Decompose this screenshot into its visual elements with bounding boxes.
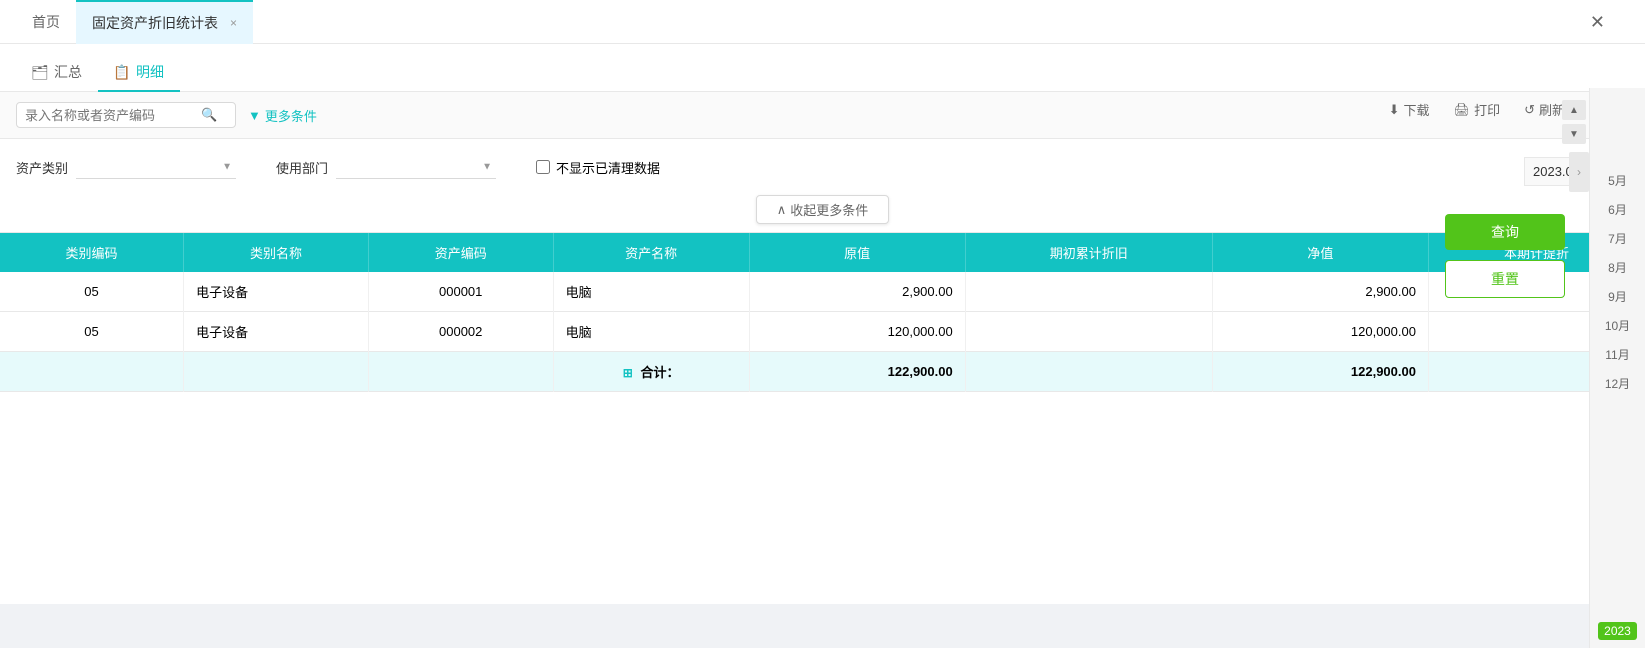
nav-home[interactable]: 首页 [16, 0, 76, 44]
download-button[interactable]: ⬇ 下载 [1389, 100, 1430, 119]
summary-net-value: 122,900.00 [1212, 352, 1428, 392]
month-11[interactable]: 11月 [1596, 342, 1640, 367]
cell-asset-code-0: 000001 [368, 272, 553, 312]
filter-icon: ▼ [248, 108, 261, 123]
cell-category-code-1: 05 [0, 312, 184, 352]
col-header-net-value: 净值 [1212, 233, 1428, 272]
cell-accumulated-0 [965, 272, 1212, 312]
nav-arrows: ▲ ▼ [1559, 100, 1589, 144]
col-header-asset-code: 资产编码 [368, 233, 553, 272]
month-10[interactable]: 10月 [1596, 313, 1640, 338]
table-summary-row: ⊞ 合计： 122,900.00 122,900.00 [0, 352, 1645, 392]
right-sidebar: 5月 6月 7月 8月 9月 10月 11月 12月 2023 [1589, 88, 1645, 648]
summary-empty-3 [368, 352, 553, 392]
exclude-cleared-checkbox[interactable] [536, 160, 550, 174]
nav-tab-close-icon[interactable]: × [230, 16, 237, 30]
main-content: 🗂 汇总 📋 明细 ⬇ 下载 🖨 打印 ↺ 刷新 🔍 [0, 44, 1645, 604]
collapse-more-button[interactable]: ∧ 收起更多条件 [756, 195, 890, 224]
assets-table: 类别编码 类别名称 资产编码 资产名称 原值 期初累计折旧 净值 本期计提折 0… [0, 233, 1645, 392]
filter-category: 资产类别 [16, 155, 236, 179]
summary-original-value: 122,900.00 [749, 352, 965, 392]
query-button[interactable]: 查询 [1445, 214, 1565, 250]
filter-row-1: 资产类别 使用部门 不显示已清理数据 [16, 155, 1629, 179]
download-icon: ⬇ [1389, 102, 1400, 118]
cell-asset-code-1: 000002 [368, 312, 553, 352]
reset-button[interactable]: 重置 [1445, 260, 1565, 298]
table-header-row: 类别编码 类别名称 资产编码 资产名称 原值 期初累计折旧 净值 本期计提折 [0, 233, 1645, 272]
category-label: 资产类别 [16, 158, 68, 177]
cell-net-value-0: 2,900.00 [1212, 272, 1428, 312]
nav-down-button[interactable]: ▼ [1562, 124, 1586, 144]
cell-original-value-1: 120,000.00 [749, 312, 965, 352]
cell-original-value-0: 2,900.00 [749, 272, 965, 312]
summary-icon: 🗂 [32, 64, 48, 80]
col-header-asset-name: 资产名称 [553, 233, 749, 272]
filter-buttons: 查询 重置 [1445, 214, 1565, 298]
exclude-cleared-wrap: 不显示已清理数据 [536, 158, 660, 177]
search-input[interactable] [25, 108, 195, 123]
month-7[interactable]: 7月 [1596, 226, 1640, 251]
tab-summary[interactable]: 🗂 汇总 [16, 54, 98, 92]
filter-area: 资产类别 使用部门 不显示已清理数据 [0, 139, 1645, 187]
department-select-wrap [336, 155, 496, 179]
month-5[interactable]: 5月 [1596, 168, 1640, 193]
col-header-category-code: 类别编码 [0, 233, 184, 272]
month-12[interactable]: 12月 [1596, 371, 1640, 396]
col-header-category-name: 类别名称 [184, 233, 369, 272]
tab-detail[interactable]: 📋 明细 [98, 54, 180, 92]
tab-summary-label: 汇总 [54, 62, 82, 82]
month-9[interactable]: 9月 [1596, 284, 1640, 309]
search-input-wrap: 🔍 [16, 102, 236, 128]
cell-category-code-0: 05 [0, 272, 184, 312]
collapse-icon: ∧ [777, 202, 787, 218]
toolbar-right: ⬇ 下载 🖨 打印 ↺ 刷新 [1389, 100, 1565, 119]
category-select[interactable] [76, 155, 236, 179]
print-label: 打印 [1474, 100, 1500, 119]
filter-department: 使用部门 [276, 155, 496, 179]
filter-label: 更多条件 [265, 106, 317, 125]
side-collapse-button[interactable]: › [1569, 152, 1589, 192]
summary-empty-2 [184, 352, 369, 392]
department-label: 使用部门 [276, 158, 328, 177]
exclude-cleared-label: 不显示已清理数据 [556, 158, 660, 177]
table-wrap: 类别编码 类别名称 资产编码 资产名称 原值 期初累计折旧 净值 本期计提折 0… [0, 233, 1645, 604]
search-icon[interactable]: 🔍 [201, 107, 217, 123]
summary-label: 合计： [640, 365, 679, 380]
category-select-wrap [76, 155, 236, 179]
tab-detail-label: 明细 [136, 62, 164, 82]
window-close-button[interactable]: ✕ [1590, 12, 1605, 33]
print-icon: 🖨 [1454, 102, 1471, 118]
detail-icon: 📋 [114, 64, 130, 80]
month-6[interactable]: 6月 [1596, 197, 1640, 222]
refresh-icon: ↺ [1524, 102, 1535, 118]
year-badge[interactable]: 2023 [1598, 622, 1637, 640]
more-filter-button[interactable]: ▼ 更多条件 [248, 106, 317, 125]
print-button[interactable]: 🖨 打印 [1454, 100, 1501, 119]
cell-asset-name-1: 电脑 [553, 312, 749, 352]
col-header-accumulated-depreciation: 期初累计折旧 [965, 233, 1212, 272]
cell-accumulated-1 [965, 312, 1212, 352]
month-8[interactable]: 8月 [1596, 255, 1640, 280]
table-row[interactable]: 05 电子设备 000001 电脑 2,900.00 2,900.00 [0, 272, 1645, 312]
summary-label-cell: ⊞ 合计： [553, 352, 749, 392]
top-nav: 首页 固定资产折旧统计表 × ✕ [0, 0, 1645, 44]
nav-up-button[interactable]: ▲ [1562, 100, 1586, 120]
nav-tab-fixed-assets[interactable]: 固定资产折旧统计表 × [76, 0, 253, 44]
summary-accumulated [965, 352, 1212, 392]
tab-bar: 🗂 汇总 📋 明细 ⬇ 下载 🖨 打印 ↺ 刷新 [0, 44, 1645, 92]
collapse-label: 收起更多条件 [790, 200, 868, 219]
nav-tab-label: 固定资产折旧统计表 [92, 13, 218, 33]
cell-net-value-1: 120,000.00 [1212, 312, 1428, 352]
cell-asset-name-0: 电脑 [553, 272, 749, 312]
table-row[interactable]: 05 电子设备 000002 电脑 120,000.00 120,000.00 [0, 312, 1645, 352]
collapse-more-row: ∧ 收起更多条件 [0, 187, 1645, 233]
download-label: 下载 [1404, 100, 1430, 119]
sum-icon: ⊞ [623, 366, 633, 380]
department-select[interactable] [336, 155, 496, 179]
cell-category-name-0: 电子设备 [184, 272, 369, 312]
summary-empty-1 [0, 352, 184, 392]
col-header-original-value: 原值 [749, 233, 965, 272]
cell-category-name-1: 电子设备 [184, 312, 369, 352]
